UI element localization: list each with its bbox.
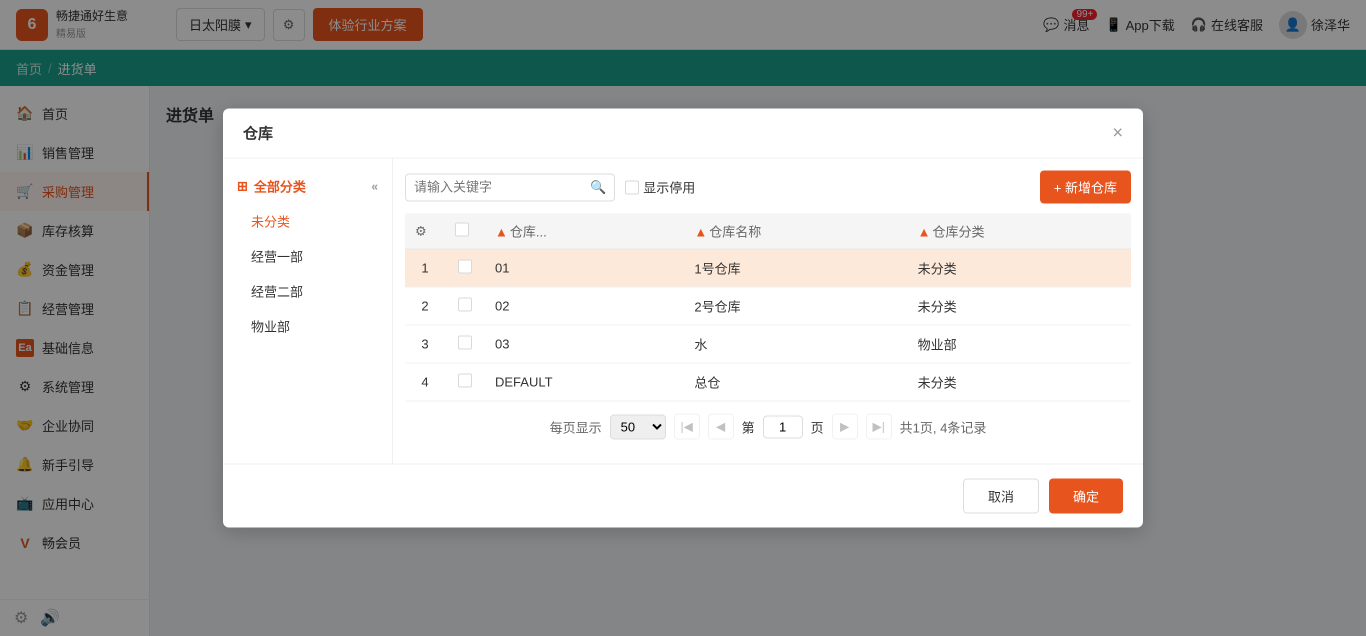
row-code: 02 [485,287,684,325]
row-index: 2 [405,287,445,325]
search-box: 🔍 [405,173,615,201]
page-input[interactable] [763,415,803,438]
confirm-button[interactable]: 确定 [1049,479,1123,514]
row-name: 水 [684,325,907,363]
show-disabled-checkbox[interactable] [625,180,639,194]
prev-page-button[interactable]: ◀ [708,414,734,440]
category-header-label: 全部分类 [254,177,306,196]
row-code: DEFAULT [485,363,684,401]
table-panel: 🔍 显示停用 + 新增仓库 ⚙ [393,159,1143,464]
row-checkbox[interactable] [445,249,485,287]
last-page-button[interactable]: ▶| [866,414,892,440]
select-all-checkbox[interactable] [455,223,469,237]
pagination: 每页显示 50 100 200 |◀ ◀ 第 页 ▶ ▶| 共1页, 4条记录 [405,402,1131,452]
collapse-button[interactable]: « [371,179,378,193]
show-disabled-checkbox-label[interactable]: 显示停用 [625,178,695,197]
cancel-button[interactable]: 取消 [963,479,1039,514]
table-toolbar: 🔍 显示停用 + 新增仓库 [405,171,1131,204]
modal-close-button[interactable]: × [1112,123,1123,144]
row-name: 总仓 [684,363,907,401]
row-category: 未分类 [908,249,1131,287]
page-label-pre: 第 [742,417,755,436]
row-index: 4 [405,363,445,401]
row-checkbox[interactable] [445,363,485,401]
show-disabled-text: 显示停用 [643,178,695,197]
row-checkbox[interactable] [445,325,485,363]
row-checkbox[interactable] [445,287,485,325]
modal-title: 仓库 [243,123,273,144]
warehouse-table: ⚙ ▲仓库... ▲仓库名称 ▲仓库分类 1 [405,214,1131,402]
th-gear: ⚙ [405,214,445,250]
per-page-select[interactable]: 50 100 200 [610,414,666,439]
warehouse-modal: 仓库 × ⊞ 全部分类 « 未分类 经营一部 经营二部 物业部 🔍 [223,109,1143,528]
page-label: 页 [811,417,824,436]
grid-icon: ⊞ [237,178,248,194]
row-index: 3 [405,325,445,363]
row-name: 2号仓库 [684,287,907,325]
table-row[interactable]: 1 01 1号仓库 未分类 [405,249,1131,287]
row-code: 03 [485,325,684,363]
next-page-button[interactable]: ▶ [832,414,858,440]
row-category: 未分类 [908,287,1131,325]
row-code: 01 [485,249,684,287]
row-category: 物业部 [908,325,1131,363]
th-name: ▲仓库名称 [684,214,907,250]
category-item-property[interactable]: 物业部 [223,309,392,344]
table-row[interactable]: 2 02 2号仓库 未分类 [405,287,1131,325]
per-page-label: 每页显示 [550,417,602,436]
modal-body: ⊞ 全部分类 « 未分类 经营一部 经营二部 物业部 🔍 显示停用 + [223,159,1143,464]
th-category: ▲仓库分类 [908,214,1131,250]
row-index: 1 [405,249,445,287]
modal-header: 仓库 × [223,109,1143,159]
category-item-ops2[interactable]: 经营二部 [223,274,392,309]
row-name: 1号仓库 [684,249,907,287]
modal-footer: 取消 确定 [223,464,1143,528]
add-warehouse-button[interactable]: + 新增仓库 [1040,171,1131,204]
category-item-unclassified[interactable]: 未分类 [223,204,392,239]
category-header[interactable]: ⊞ 全部分类 « [223,169,392,204]
search-icon[interactable]: 🔍 [590,179,606,195]
table-row[interactable]: 3 03 水 物业部 [405,325,1131,363]
category-panel: ⊞ 全部分类 « 未分类 经营一部 经营二部 物业部 [223,159,393,464]
search-input[interactable] [414,180,590,195]
category-item-ops1[interactable]: 经营一部 [223,239,392,274]
th-check [445,214,485,250]
table-container: ⚙ ▲仓库... ▲仓库名称 ▲仓库分类 1 [405,214,1131,402]
first-page-button[interactable]: |◀ [674,414,700,440]
table-row[interactable]: 4 DEFAULT 总仓 未分类 [405,363,1131,401]
row-category: 未分类 [908,363,1131,401]
th-code: ▲仓库... [485,214,684,250]
total-info: 共1页, 4条记录 [900,417,987,436]
